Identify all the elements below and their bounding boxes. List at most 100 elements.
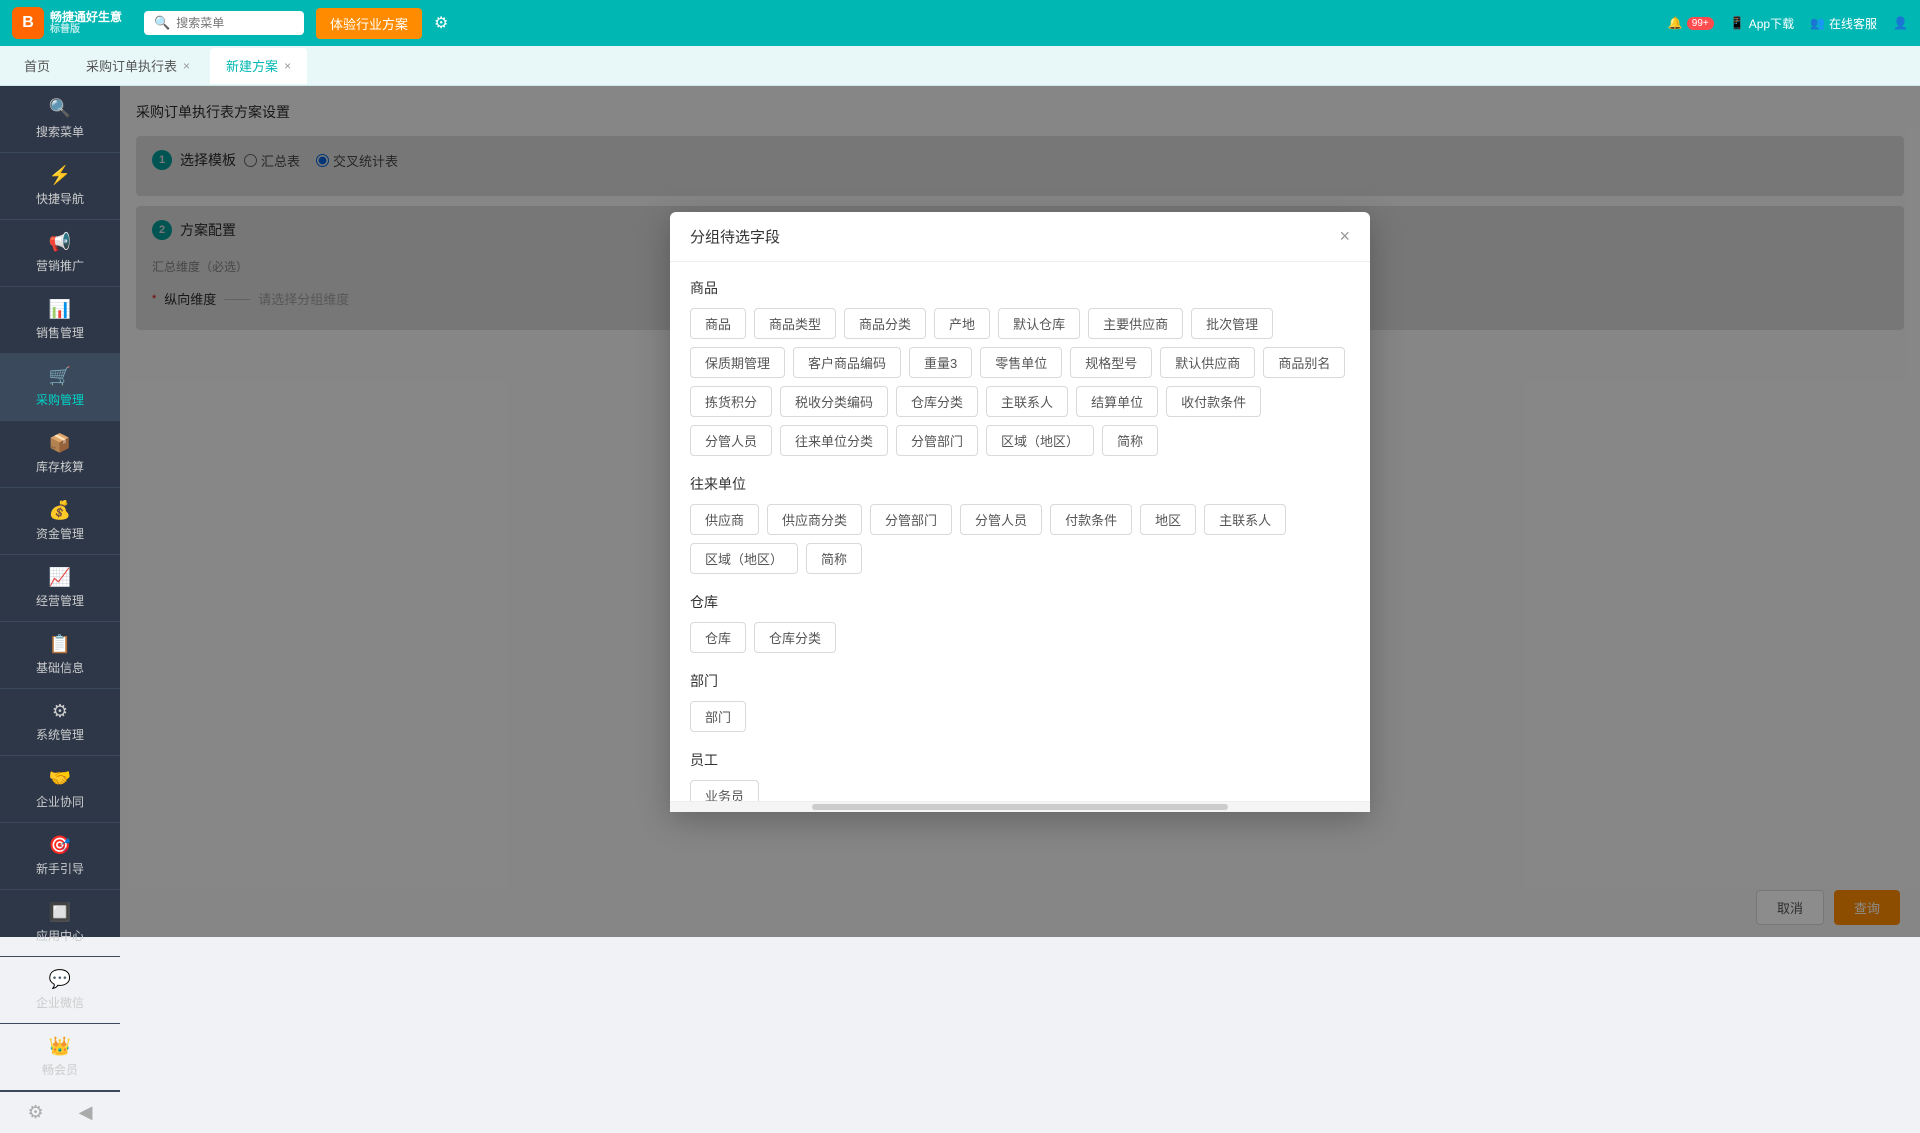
field-tag[interactable]: 结算单位 — [1076, 386, 1158, 417]
field-tag[interactable]: 付款条件 — [1050, 504, 1132, 535]
sidebar-label-marketing: 营销推广 — [36, 257, 84, 274]
modal-horizontal-scrollbar[interactable] — [670, 801, 1370, 812]
sidebar-label-vip: 畅会员 — [42, 1061, 78, 1078]
app-download-label: App下载 — [1749, 15, 1794, 32]
logo-icon: B — [12, 7, 44, 39]
sidebar-item-basic-info[interactable]: 📋 基础信息 — [0, 622, 120, 689]
sidebar-item-operations[interactable]: 📈 经营管理 — [0, 555, 120, 622]
header-search-box[interactable]: 🔍 — [144, 11, 304, 35]
sidebar-settings-btn[interactable]: ⚙ — [28, 1102, 44, 1123]
user-avatar[interactable]: 👤 — [1893, 16, 1908, 30]
field-tag[interactable]: 仓库分类 — [896, 386, 978, 417]
field-tag[interactable]: 拣货积分 — [690, 386, 772, 417]
app-name: 畅捷通好生意 — [50, 10, 122, 24]
sidebar-item-purchase[interactable]: 🛒 采购管理 — [0, 354, 120, 421]
field-tag[interactable]: 收付款条件 — [1166, 386, 1261, 417]
sidebar-label-quick-nav: 快捷导航 — [36, 190, 84, 207]
modal-body[interactable]: 商品 商品 商品类型 商品分类 产地 默认仓库 主要供应商 批次管理 保质期管理… — [670, 262, 1370, 801]
tab-new-scheme[interactable]: 新建方案 × — [210, 48, 307, 84]
field-tag[interactable]: 零售单位 — [980, 347, 1062, 378]
field-tag[interactable]: 主联系人 — [986, 386, 1068, 417]
field-tag[interactable]: 仓库分类 — [754, 622, 836, 653]
purchase-icon: 🛒 — [49, 366, 71, 387]
sidebar-item-quick-nav[interactable]: ⚡ 快捷导航 — [0, 153, 120, 220]
sidebar-item-guide[interactable]: 🎯 新手引导 — [0, 823, 120, 890]
sidebar-item-sales[interactable]: 📊 销售管理 — [0, 287, 120, 354]
field-tag[interactable]: 简称 — [1102, 425, 1158, 456]
field-tag[interactable]: 分管部门 — [896, 425, 978, 456]
field-tag[interactable]: 分管人员 — [690, 425, 772, 456]
sidebar-item-marketing[interactable]: 📢 营销推广 — [0, 220, 120, 287]
modal-overlay: 分组待选字段 × 商品 商品 商品类型 商品分类 产地 默认仓库 主要供应商 — [120, 86, 1920, 937]
tab-purchase-label: 采购订单执行表 — [86, 56, 177, 75]
modal-close-btn[interactable]: × — [1339, 226, 1350, 247]
field-tag[interactable]: 产地 — [934, 308, 990, 339]
field-tag[interactable]: 简称 — [806, 543, 862, 574]
top-header: B 畅捷通好生意 标普版 🔍 体验行业方案 ⚙ 🔔 99+ 📱 App下载 👥 … — [0, 0, 1920, 46]
sidebar-item-inventory[interactable]: 📦 库存核算 — [0, 421, 120, 488]
group-title-counterpart: 往来单位 — [690, 474, 1350, 494]
field-tag[interactable]: 供应商分类 — [767, 504, 862, 535]
exp-btn[interactable]: 体验行业方案 — [316, 8, 422, 39]
system-icon: ⚙ — [52, 701, 68, 722]
field-tag[interactable]: 保质期管理 — [690, 347, 785, 378]
field-tag[interactable]: 商品分类 — [844, 308, 926, 339]
vip-icon: 👑 — [49, 1036, 71, 1057]
field-tag[interactable]: 地区 — [1140, 504, 1196, 535]
field-tag[interactable]: 税收分类编码 — [780, 386, 888, 417]
sidebar-item-search[interactable]: 🔍 搜索菜单 — [0, 86, 120, 153]
warehouse-fields-grid: 仓库 仓库分类 — [690, 622, 1350, 653]
tab-home[interactable]: 首页 — [8, 48, 66, 84]
field-tag[interactable]: 默认供应商 — [1160, 347, 1255, 378]
field-tag[interactable]: 商品别名 — [1263, 347, 1345, 378]
sidebar-item-vip[interactable]: 👑 畅会员 — [0, 1024, 120, 1091]
field-tag[interactable]: 供应商 — [690, 504, 759, 535]
notification-item[interactable]: 🔔 99+ — [1668, 16, 1714, 30]
field-tag[interactable]: 业务员 — [690, 780, 759, 801]
field-tag[interactable]: 商品类型 — [754, 308, 836, 339]
tab-purchase-close[interactable]: × — [183, 59, 190, 73]
field-group-employee: 员工 业务员 — [690, 750, 1350, 801]
sidebar-label-basic-info: 基础信息 — [36, 659, 84, 676]
field-tag[interactable]: 重量3 — [909, 347, 972, 378]
app-download-item[interactable]: 📱 App下载 — [1730, 15, 1794, 32]
field-tag[interactable]: 往来单位分类 — [780, 425, 888, 456]
sidebar-item-wechat[interactable]: 💬 企业微信 — [0, 957, 120, 1024]
user-icon: 👤 — [1893, 16, 1908, 30]
modal-header: 分组待选字段 × — [670, 212, 1370, 262]
field-tag[interactable]: 区域（地区） — [690, 543, 798, 574]
sidebar-collapse-btn[interactable]: ◀ — [79, 1102, 93, 1123]
tab-purchase-order[interactable]: 采购订单执行表 × — [70, 48, 206, 84]
field-tag[interactable]: 分管人员 — [960, 504, 1042, 535]
sidebar-label-purchase: 采购管理 — [36, 391, 84, 408]
sidebar-item-system[interactable]: ⚙ 系统管理 — [0, 689, 120, 756]
download-icon: 📱 — [1730, 16, 1745, 30]
field-tag[interactable]: 主联系人 — [1204, 504, 1286, 535]
group-title-product: 商品 — [690, 278, 1350, 298]
field-tag[interactable]: 默认仓库 — [998, 308, 1080, 339]
counterpart-fields-grid: 供应商 供应商分类 分管部门 分管人员 付款条件 地区 主联系人 区域（地区） … — [690, 504, 1350, 574]
field-tag[interactable]: 商品 — [690, 308, 746, 339]
online-service-item[interactable]: 👥 在线客服 — [1810, 15, 1877, 32]
sidebar-item-app-center[interactable]: 🔲 应用中心 — [0, 890, 120, 957]
tab-new-scheme-close[interactable]: × — [284, 59, 291, 73]
field-tag[interactable]: 区域（地区） — [986, 425, 1094, 456]
search-input[interactable] — [176, 16, 286, 30]
settings-icon[interactable]: ⚙ — [434, 13, 448, 33]
field-tag[interactable]: 部门 — [690, 701, 746, 732]
sidebar-item-enterprise[interactable]: 🤝 企业协同 — [0, 756, 120, 823]
field-tag[interactable]: 分管部门 — [870, 504, 952, 535]
group-title-warehouse: 仓库 — [690, 592, 1350, 612]
basic-info-icon: 📋 — [49, 634, 71, 655]
service-icon: 👥 — [1810, 16, 1825, 30]
field-tag[interactable]: 主要供应商 — [1088, 308, 1183, 339]
field-tag[interactable]: 仓库 — [690, 622, 746, 653]
finance-icon: 💰 — [49, 500, 71, 521]
field-tag[interactable]: 规格型号 — [1070, 347, 1152, 378]
field-tag[interactable]: 客户商品编码 — [793, 347, 901, 378]
sidebar-label-inventory: 库存核算 — [36, 458, 84, 475]
field-group-department: 部门 部门 — [690, 671, 1350, 732]
sidebar-item-finance[interactable]: 💰 资金管理 — [0, 488, 120, 555]
field-tag[interactable]: 批次管理 — [1191, 308, 1273, 339]
logo-area: B 畅捷通好生意 标普版 — [12, 7, 132, 39]
